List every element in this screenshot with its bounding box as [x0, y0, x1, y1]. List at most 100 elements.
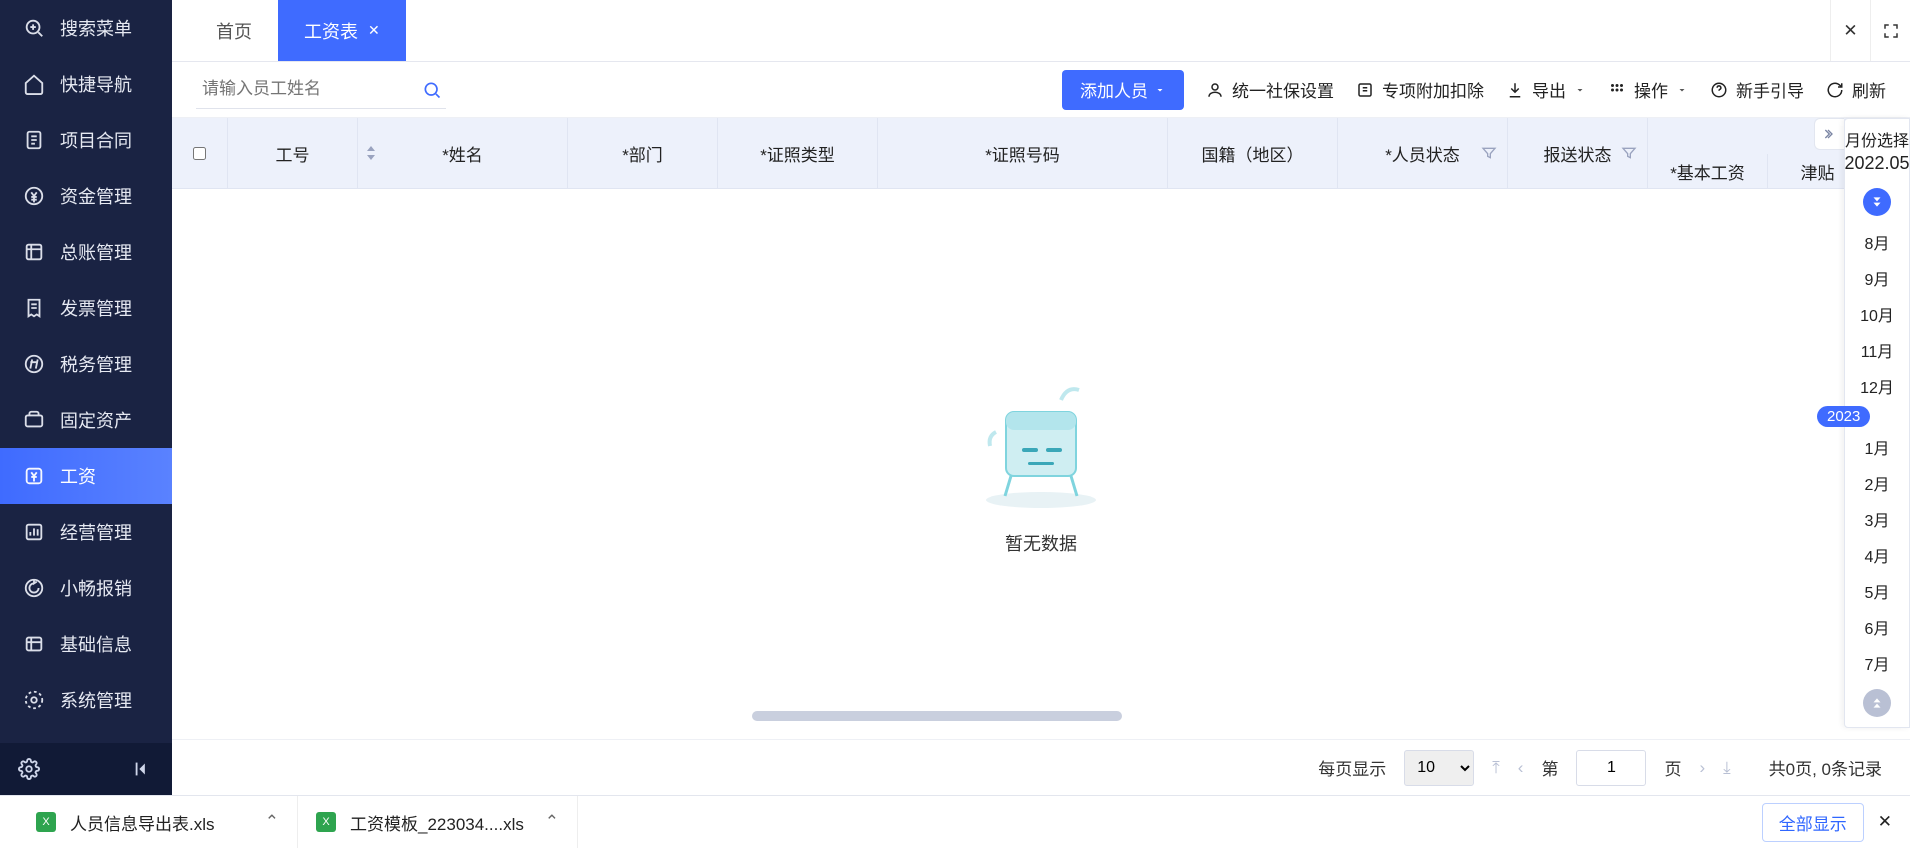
export-link[interactable]: 导出 — [1506, 77, 1586, 102]
scroll-down-button[interactable] — [1863, 689, 1891, 717]
sidebar-item-label: 工资 — [60, 463, 96, 489]
month-option[interactable]: 4月 — [1845, 537, 1909, 573]
select-all-checkbox[interactable] — [193, 147, 206, 160]
sort-icon[interactable] — [366, 146, 376, 160]
page-suffix: 页 — [1664, 755, 1681, 780]
month-panel-title: 月份选择 — [1845, 127, 1909, 151]
month-option[interactable]: 7月 — [1845, 645, 1909, 681]
sidebar-item-label: 固定资产 — [60, 407, 132, 433]
link-label: 刷新 — [1852, 77, 1886, 102]
system-icon — [22, 688, 46, 712]
refresh-icon — [1826, 81, 1844, 99]
special-deduct-link[interactable]: 专项附加扣除 — [1356, 77, 1484, 102]
asset-icon — [22, 408, 46, 432]
th-report[interactable]: 报送状态 — [1508, 118, 1648, 188]
sidebar-item-home[interactable]: 快捷导航 — [0, 56, 172, 112]
tab-label: 工资表 — [304, 18, 358, 44]
month-option[interactable]: 8月 — [1845, 224, 1909, 260]
page-size-select[interactable]: 10 — [1404, 750, 1474, 786]
th-idno[interactable]: *证照号码 — [878, 118, 1168, 188]
tab-home[interactable]: 首页 — [190, 0, 278, 61]
sidebar-item-ledger[interactable]: 总账管理 — [0, 224, 172, 280]
month-option[interactable]: 3月 — [1845, 501, 1909, 537]
sidebar-item-salary[interactable]: 工资 — [0, 448, 172, 504]
tab-bar: 首页 工资表 ✕ ✕ — [172, 0, 1910, 62]
sidebar: 搜索菜单快捷导航项目合同资金管理总账管理发票管理税务管理固定资产工资经营管理小畅… — [0, 0, 172, 795]
download-item-1[interactable]: X 人员信息导出表.xls ⌃ — [18, 796, 298, 848]
link-label: 新手引导 — [1736, 77, 1804, 102]
sidebar-item-asset[interactable]: 固定资产 — [0, 392, 172, 448]
month-option[interactable]: 1月 — [1845, 429, 1909, 465]
th-dept[interactable]: *部门 — [568, 118, 718, 188]
year-badge[interactable]: 2023 — [1817, 406, 1870, 427]
sidebar-item-manage[interactable]: 经营管理 — [0, 504, 172, 560]
month-option[interactable]: 6月 — [1845, 609, 1909, 645]
refresh-link[interactable]: 刷新 — [1826, 77, 1886, 102]
month-option[interactable]: 10月 — [1845, 296, 1909, 332]
xls-icon: X — [316, 812, 336, 832]
next-page-button[interactable]: › — [1699, 758, 1705, 778]
social-settings-link[interactable]: 统一社保设置 — [1206, 77, 1334, 102]
sidebar-item-doc[interactable]: 项目合同 — [0, 112, 172, 168]
download-bar: X 人员信息导出表.xls ⌃ X 工资模板_223034....xls ⌃ 全… — [0, 795, 1910, 848]
th-id[interactable]: 工号 — [228, 118, 358, 188]
tab-label: 首页 — [216, 18, 252, 44]
close-icon[interactable]: ✕ — [368, 22, 380, 39]
show-all-downloads-button[interactable]: 全部显示 — [1762, 803, 1864, 842]
download-item-2[interactable]: X 工资模板_223034....xls ⌃ — [298, 796, 578, 848]
month-option[interactable]: 5月 — [1845, 573, 1909, 609]
th-base-salary[interactable]: *基本工资 — [1648, 154, 1768, 188]
sidebar-item-money[interactable]: 资金管理 — [0, 168, 172, 224]
prev-page-button[interactable]: ‹ — [1518, 758, 1524, 778]
chevron-up-icon[interactable]: ⌃ — [265, 812, 279, 832]
sidebar-item-invoice[interactable]: 发票管理 — [0, 280, 172, 336]
th-idtype[interactable]: *证照类型 — [718, 118, 878, 188]
month-panel-toggle[interactable] — [1814, 118, 1844, 150]
sidebar-item-search[interactable]: 搜索菜单 — [0, 0, 172, 56]
settings-icon[interactable] — [18, 758, 40, 780]
filter-icon[interactable] — [1481, 145, 1497, 161]
sidebar-items: 搜索菜单快捷导航项目合同资金管理总账管理发票管理税务管理固定资产工资经营管理小畅… — [0, 0, 172, 743]
month-option[interactable]: 12月 — [1845, 368, 1909, 404]
guide-link[interactable]: 新手引导 — [1710, 77, 1804, 102]
add-person-button[interactable]: 添加人员 — [1062, 70, 1184, 110]
month-option[interactable]: 2月 — [1845, 465, 1909, 501]
sidebar-item-system[interactable]: 系统管理 — [0, 672, 172, 728]
total-label: 共0页, 0条记录 — [1769, 755, 1882, 780]
close-download-bar-button[interactable]: ✕ — [1878, 812, 1892, 832]
fullscreen-button[interactable] — [1870, 0, 1910, 61]
month-panel-year: 2022.05 — [1844, 153, 1909, 174]
collapse-sidebar-icon[interactable] — [132, 758, 154, 780]
search-input[interactable] — [196, 71, 446, 109]
salary-icon — [22, 464, 46, 488]
search-icon[interactable] — [422, 80, 442, 100]
window-close-button[interactable]: ✕ — [1830, 0, 1870, 61]
button-label: 添加人员 — [1080, 77, 1148, 102]
sidebar-item-label: 搜索菜单 — [60, 15, 132, 41]
page-input[interactable] — [1576, 750, 1646, 786]
operate-link[interactable]: 操作 — [1608, 77, 1688, 102]
help-icon — [1710, 81, 1728, 99]
horizontal-scrollbar[interactable] — [752, 711, 1122, 721]
first-page-button[interactable]: ⤒ — [1492, 758, 1500, 778]
th-status[interactable]: *人员状态 — [1338, 118, 1508, 188]
th-name[interactable]: *姓名 — [358, 118, 568, 188]
filter-icon[interactable] — [1621, 145, 1637, 161]
last-page-button[interactable]: ⤓ — [1723, 758, 1731, 778]
sidebar-item-label: 总账管理 — [60, 239, 132, 265]
sidebar-item-label: 资金管理 — [60, 183, 132, 209]
manage-icon — [22, 520, 46, 544]
scroll-up-button[interactable] — [1863, 188, 1891, 216]
sidebar-item-reimburse[interactable]: 小畅报销 — [0, 560, 172, 616]
user-icon — [1206, 81, 1224, 99]
sidebar-item-base[interactable]: 基础信息 — [0, 616, 172, 672]
month-selector-panel: 月份选择 2022.05 8月9月10月11月12月 2023 1月2月3月4月… — [1844, 118, 1910, 728]
tab-salary[interactable]: 工资表 ✕ — [278, 0, 406, 61]
export-icon — [1506, 81, 1524, 99]
th-nation[interactable]: 国籍（地区） — [1168, 118, 1338, 188]
chevron-up-icon[interactable]: ⌃ — [545, 812, 559, 832]
invoice-icon — [22, 296, 46, 320]
sidebar-item-tax[interactable]: 税务管理 — [0, 336, 172, 392]
month-option[interactable]: 9月 — [1845, 260, 1909, 296]
month-option[interactable]: 11月 — [1845, 332, 1909, 368]
